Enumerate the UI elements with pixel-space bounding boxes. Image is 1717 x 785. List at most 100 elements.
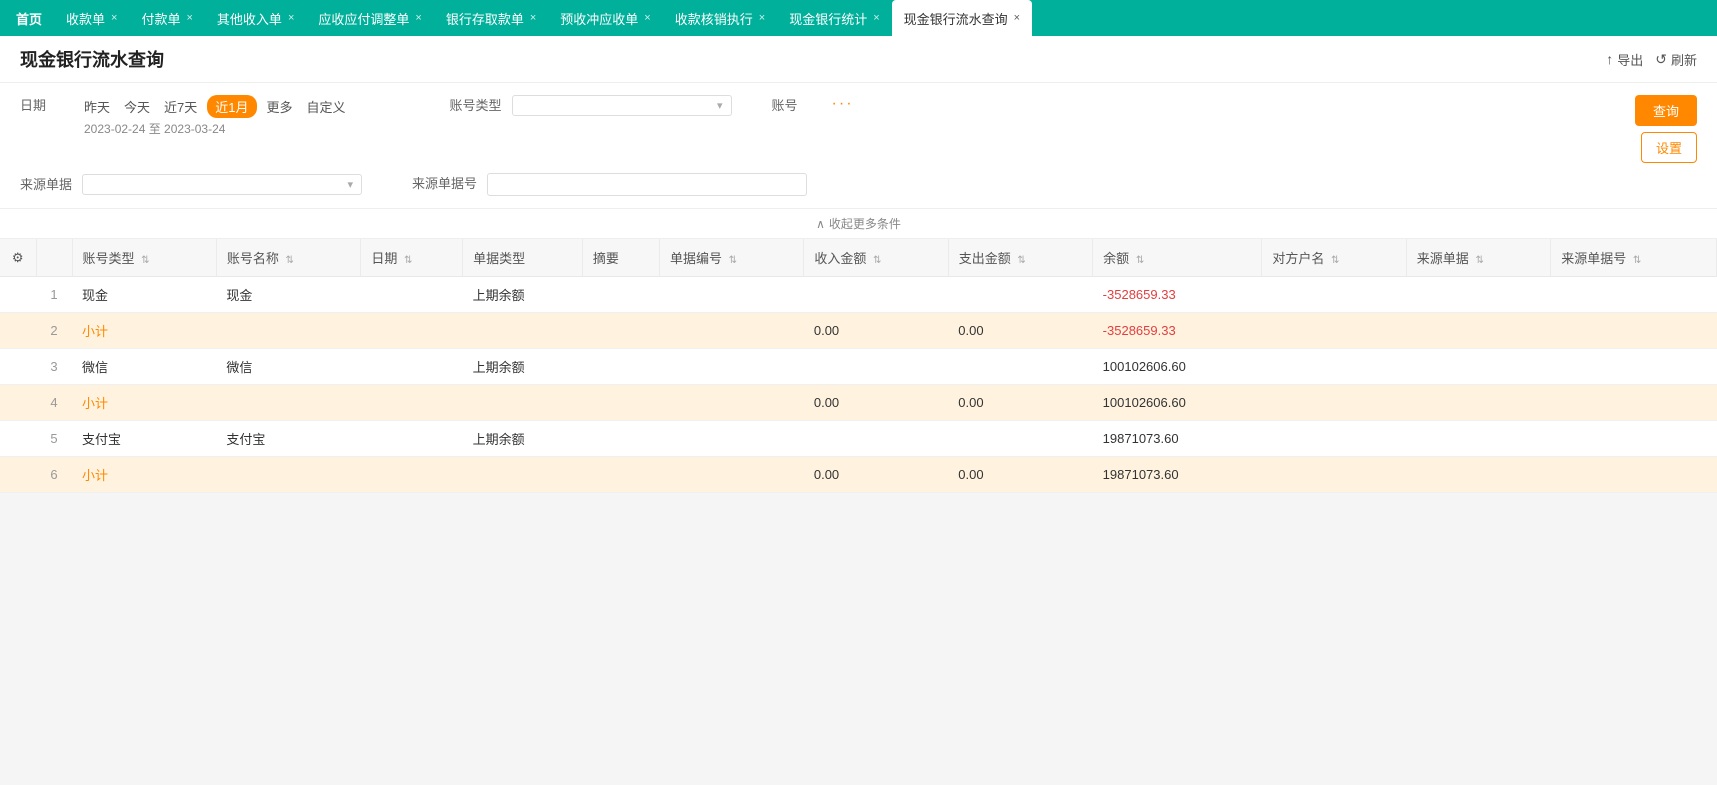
nav-tab-payment-label: 付款单 — [141, 9, 180, 28]
close-icon[interactable]: × — [644, 12, 650, 24]
cell-counterpart — [1262, 385, 1406, 421]
source-doc-no-col-label: 来源单据号 — [1561, 251, 1626, 266]
column-source-doc-no[interactable]: 来源单据号 ⇅ — [1551, 239, 1717, 277]
cell-summary — [582, 421, 659, 457]
account-type-select[interactable]: ▾ — [512, 95, 732, 116]
column-counterpart[interactable]: 对方户名 ⇅ — [1262, 239, 1406, 277]
close-icon[interactable]: × — [759, 12, 765, 24]
cell-source-doc-no — [1551, 457, 1717, 493]
chevron-down-icon: ▾ — [717, 99, 723, 112]
nav-tab-write-off[interactable]: 收款核销执行 × — [663, 0, 777, 36]
counterpart-col-label: 对方户名 — [1272, 251, 1324, 266]
close-icon[interactable]: × — [530, 12, 536, 24]
cell-summary — [582, 349, 659, 385]
date-btn-today[interactable]: 今天 — [120, 96, 154, 117]
close-icon[interactable]: × — [111, 12, 117, 24]
cell-income — [804, 421, 948, 457]
cell-expense: 0.00 — [948, 313, 1092, 349]
cell-income — [804, 277, 948, 313]
cell-expense: 0.00 — [948, 457, 1092, 493]
table-row: 3 微信 微信 上期余额 100102606.60 — [0, 349, 1717, 385]
source-doc-no-filter: 来源单据号 — [412, 173, 807, 196]
cell-expense — [948, 421, 1092, 457]
sort-icon: ⇅ — [141, 255, 149, 266]
column-account-name[interactable]: 账号名称 ⇅ — [216, 239, 360, 277]
page-title: 现金银行流水查询 — [20, 46, 164, 72]
close-icon[interactable]: × — [288, 12, 294, 24]
collapse-label: 收起更多条件 — [829, 215, 901, 232]
table-row: 6 小计 0.00 0.00 19871073.60 — [0, 457, 1717, 493]
nav-tab-home[interactable]: 首页 — [4, 0, 54, 36]
nav-tab-receipt[interactable]: 收款单 × — [54, 0, 129, 36]
nav-tab-write-off-label: 收款核销执行 — [675, 9, 753, 28]
column-doc-no[interactable]: 单据编号 ⇅ — [659, 239, 803, 277]
table-row: 1 现金 现金 上期余额 -3528659.33 — [0, 277, 1717, 313]
cell-balance: -3528659.33 — [1093, 277, 1262, 313]
cell-account-name — [216, 457, 360, 493]
column-expense[interactable]: 支出金额 ⇅ — [948, 239, 1092, 277]
sort-icon: ⇅ — [729, 255, 737, 266]
doc-type-col-label: 单据类型 — [473, 251, 525, 266]
filter-row-2: 来源单据 ▾ 来源单据号 — [20, 173, 1697, 196]
nav-tab-cash-flow[interactable]: 现金银行流水查询 × — [892, 0, 1032, 36]
nav-tab-other-income-label: 其他收入单 — [217, 9, 282, 28]
income-col-label: 收入金额 — [814, 251, 866, 266]
column-doc-type: 单据类型 — [463, 239, 583, 277]
refresh-button[interactable]: ↺ 刷新 — [1655, 50, 1697, 69]
column-gear[interactable]: ⚙ — [0, 239, 36, 277]
nav-tab-bank-deposit[interactable]: 银行存取款单 × — [434, 0, 548, 36]
date-btn-more[interactable]: 更多 — [263, 96, 297, 117]
nav-tab-payment[interactable]: 付款单 × — [129, 0, 204, 36]
cell-source-doc — [1406, 277, 1550, 313]
nav-tab-cash-stat[interactable]: 现金银行统计 × — [777, 0, 891, 36]
nav-tab-other-income[interactable]: 其他收入单 × — [205, 0, 306, 36]
top-navigation: 首页 收款单 × 付款单 × 其他收入单 × 应收应付调整单 × 银行存取款单 … — [0, 0, 1717, 36]
refresh-label: 刷新 — [1671, 50, 1697, 69]
source-doc-select[interactable]: ▾ — [82, 174, 362, 195]
nav-tab-cash-flow-label: 现金银行流水查询 — [904, 9, 1008, 28]
cell-doc-type: 上期余额 — [463, 349, 583, 385]
query-button[interactable]: 查询 — [1635, 95, 1697, 126]
date-filter-group: 昨天 今天 近7天 近1月 更多 自定义 2023-02-24 至 2023-0… — [80, 95, 350, 137]
column-source-doc[interactable]: 来源单据 ⇅ — [1406, 239, 1550, 277]
account-dots-button[interactable]: ··· — [832, 95, 854, 113]
gear-icon[interactable]: ⚙ — [12, 250, 24, 265]
column-income[interactable]: 收入金额 ⇅ — [804, 239, 948, 277]
close-icon[interactable]: × — [186, 12, 192, 24]
date-btn-yesterday[interactable]: 昨天 — [80, 96, 114, 117]
date-col-label: 日期 — [371, 251, 397, 266]
cell-gear — [0, 385, 36, 421]
cell-account-type: 小计 — [72, 313, 216, 349]
cell-source-doc — [1406, 457, 1550, 493]
nav-tab-ar-ap-adjust[interactable]: 应收应付调整单 × — [306, 0, 433, 36]
cell-gear — [0, 421, 36, 457]
close-icon[interactable]: × — [873, 12, 879, 24]
close-icon[interactable]: × — [1014, 12, 1020, 24]
date-btn-7days[interactable]: 近7天 — [160, 96, 201, 117]
cell-source-doc — [1406, 385, 1550, 421]
page-header: 现金银行流水查询 ↑ 导出 ↺ 刷新 — [0, 36, 1717, 83]
collapse-up-icon: ∧ — [816, 217, 825, 231]
cell-account-name: 现金 — [216, 277, 360, 313]
date-btn-1month[interactable]: 近1月 — [207, 95, 256, 118]
date-shortcuts: 昨天 今天 近7天 近1月 更多 自定义 — [80, 95, 350, 118]
nav-tab-prepay[interactable]: 预收冲应收单 × — [548, 0, 662, 36]
close-icon[interactable]: × — [415, 12, 421, 24]
cell-gear — [0, 277, 36, 313]
export-button[interactable]: ↑ 导出 — [1606, 50, 1643, 69]
cell-expense — [948, 277, 1092, 313]
cell-expense — [948, 349, 1092, 385]
cell-counterpart — [1262, 349, 1406, 385]
cell-row-num: 5 — [36, 421, 72, 457]
settings-button[interactable]: 设置 — [1641, 132, 1697, 163]
source-doc-no-input[interactable] — [487, 173, 807, 196]
column-account-type[interactable]: 账号类型 ⇅ — [72, 239, 216, 277]
column-date[interactable]: 日期 ⇅ — [361, 239, 463, 277]
account-type-col-label: 账号类型 — [83, 251, 135, 266]
collapse-button[interactable]: ∧ 收起更多条件 — [816, 215, 901, 232]
cell-summary — [582, 313, 659, 349]
data-table: ⚙ 账号类型 ⇅ 账号名称 ⇅ 日期 ⇅ 单据类型 — [0, 239, 1717, 493]
cell-counterpart — [1262, 457, 1406, 493]
date-btn-custom[interactable]: 自定义 — [303, 96, 350, 117]
column-balance[interactable]: 余额 ⇅ — [1093, 239, 1262, 277]
